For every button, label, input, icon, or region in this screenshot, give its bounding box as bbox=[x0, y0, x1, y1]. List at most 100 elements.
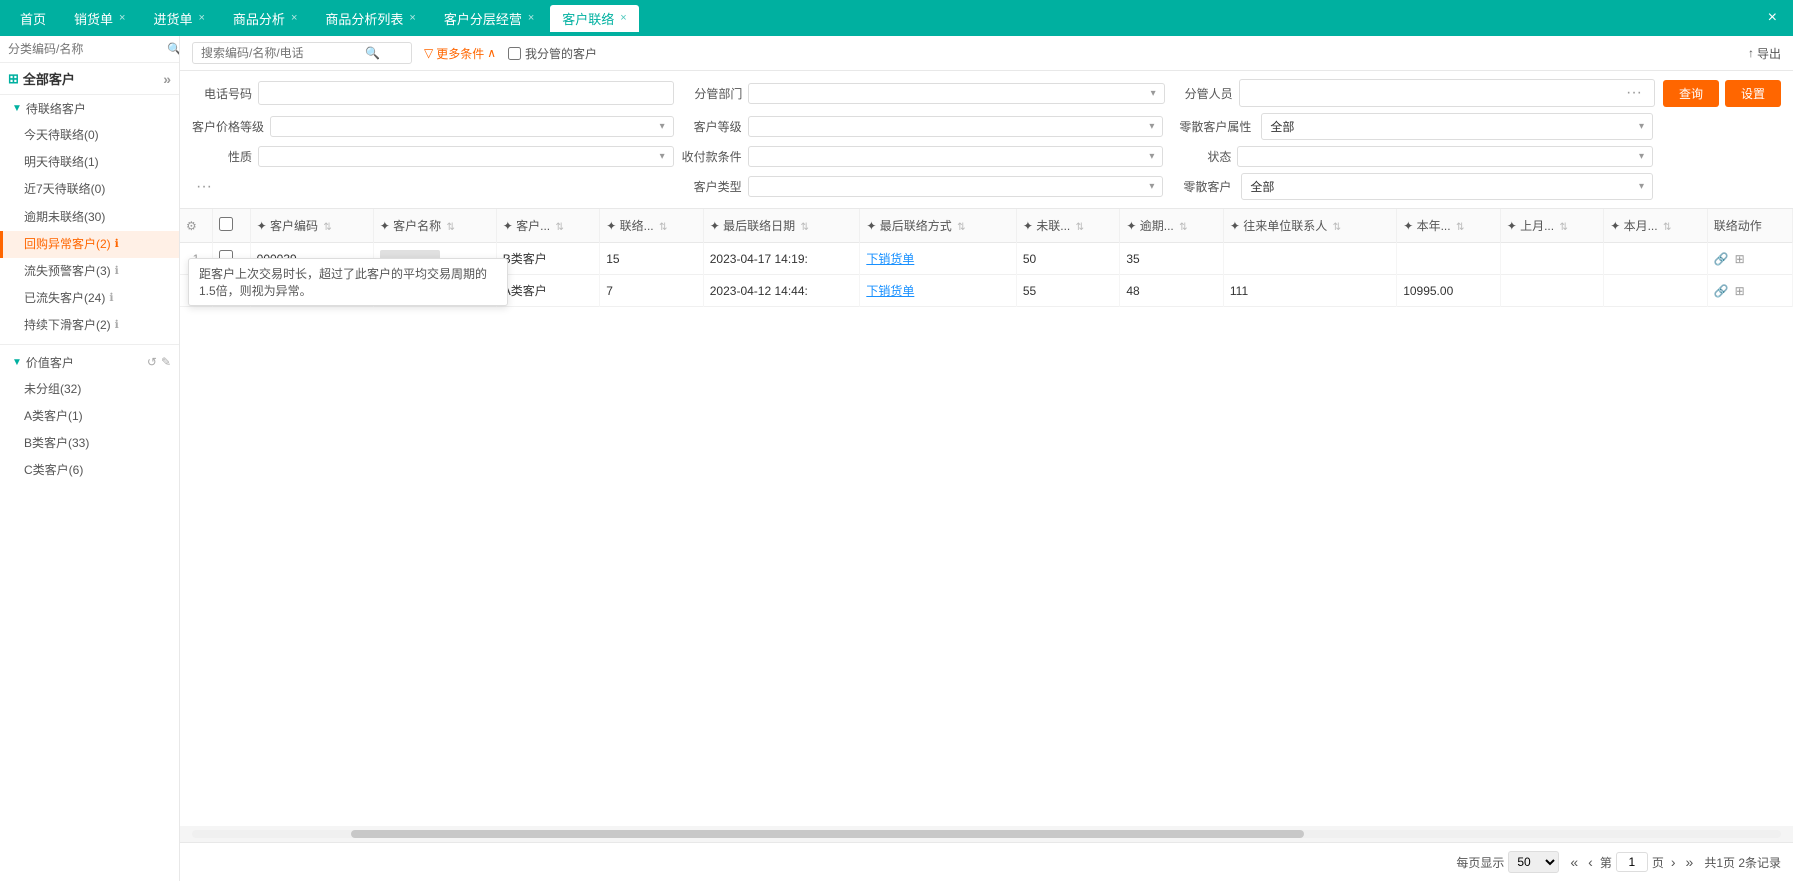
search-field: 🔍 bbox=[192, 42, 412, 64]
tooltip-box: 距客户上次交易时长，超过了此客户的平均交易周期的1.5倍，则视为异常。 bbox=[188, 258, 508, 306]
refresh-icon[interactable]: ↺ bbox=[147, 355, 157, 369]
qr-icon[interactable]: ⊞ bbox=[1735, 252, 1745, 266]
col-header-last-contact-date[interactable]: ✦ 最后联络日期 ⇅ bbox=[703, 209, 860, 243]
my-customers-checkbox[interactable]: 我分管的客户 bbox=[508, 45, 597, 62]
sidebar-item-class-c[interactable]: C类客户(6) bbox=[0, 457, 179, 484]
last-contact-method[interactable]: 下销货单 bbox=[860, 275, 1017, 307]
horizontal-scrollbar[interactable] bbox=[192, 830, 1781, 838]
zero-customer-field: 零散客户 全部 ▾ bbox=[1171, 173, 1653, 200]
qr-icon[interactable]: ⊞ bbox=[1735, 284, 1745, 298]
scrollbar-thumb[interactable] bbox=[351, 830, 1304, 838]
dots-icon[interactable]: ··· bbox=[1622, 84, 1646, 102]
page-number-input[interactable] bbox=[1616, 852, 1648, 872]
sidebar-item-overdue[interactable]: 逾期未联络(30) bbox=[0, 204, 179, 231]
sidebar-search-icon[interactable]: 🔍 bbox=[167, 42, 180, 56]
contact-method-link[interactable]: 下销货单 bbox=[866, 284, 914, 298]
close-all-tabs-button[interactable]: × bbox=[1760, 9, 1785, 27]
payment-select[interactable]: ▾ bbox=[748, 146, 1164, 167]
customer-grade-select[interactable]: ▾ bbox=[748, 116, 1164, 137]
col-header-customer-type[interactable]: ✦ 客户... ⇅ bbox=[496, 209, 600, 243]
close-icon[interactable]: × bbox=[291, 12, 297, 24]
pending-contact-group[interactable]: ▼ 待联络客户 bbox=[0, 95, 179, 122]
manager-select[interactable]: ··· bbox=[1239, 79, 1655, 107]
sidebar-item-class-a[interactable]: A类客户(1) bbox=[0, 403, 179, 430]
sidebar-item-tomorrow[interactable]: 明天待联络(1) bbox=[0, 149, 179, 176]
sidebar-search-input[interactable] bbox=[8, 42, 163, 56]
first-page-button[interactable]: « bbox=[1567, 854, 1581, 870]
prev-page-button[interactable]: ‹ bbox=[1585, 854, 1596, 870]
tab-product-analysis[interactable]: 商品分析 × bbox=[221, 5, 309, 32]
select-all-checkbox[interactable] bbox=[219, 217, 233, 231]
col-header-overdue[interactable]: ✦ 逾期... ⇅ bbox=[1120, 209, 1224, 243]
zero-attr-select[interactable]: 全部 ▾ bbox=[1261, 113, 1653, 140]
settings-icon[interactable]: ⚙ bbox=[186, 219, 197, 233]
last-contact-method[interactable]: 下销货单 bbox=[860, 243, 1017, 275]
col-header-this-month[interactable]: ✦ 本月... ⇅ bbox=[1604, 209, 1708, 243]
settings-button[interactable]: 设置 bbox=[1725, 80, 1781, 107]
close-icon[interactable]: × bbox=[119, 12, 125, 24]
per-page-select[interactable]: 50 100 200 bbox=[1508, 851, 1559, 873]
value-customers-group[interactable]: ▼ 价值客户 ↺ ✎ bbox=[0, 349, 179, 376]
phone-input[interactable] bbox=[258, 81, 674, 105]
col-header-code[interactable]: ✦ 客户编码 ⇅ bbox=[250, 209, 373, 243]
link-icon[interactable]: 🔗 bbox=[1714, 252, 1729, 266]
sidebar-search-area: 🔍 bbox=[0, 36, 179, 63]
close-icon[interactable]: × bbox=[528, 12, 534, 24]
sort-icon: ⇅ bbox=[1076, 222, 1084, 233]
col-header-last-contact-method[interactable]: ✦ 最后联络方式 ⇅ bbox=[860, 209, 1017, 243]
sidebar-item-lost-pre[interactable]: 流失预警客户(3) ℹ bbox=[0, 258, 179, 285]
last-contact-date: 2023-04-12 14:44: bbox=[703, 275, 860, 307]
manager-label: 分管人员 bbox=[1173, 85, 1233, 102]
col-header-this-year[interactable]: ✦ 本年... ⇅ bbox=[1397, 209, 1501, 243]
close-icon[interactable]: × bbox=[620, 12, 626, 24]
zero-customer-select[interactable]: 全部 ▾ bbox=[1241, 173, 1653, 200]
tab-home[interactable]: 首页 bbox=[8, 5, 58, 32]
gender-select[interactable]: ▾ bbox=[258, 146, 674, 167]
tab-purchase-order[interactable]: 进货单 × bbox=[141, 5, 216, 32]
sidebar-item-declining[interactable]: 持续下滑客户(2) ℹ bbox=[0, 312, 179, 339]
all-customers-header[interactable]: ⊞ 全部客户 » bbox=[0, 63, 179, 95]
last-contact-date: 2023-04-17 14:19: bbox=[703, 243, 860, 275]
next-page-button[interactable]: › bbox=[1668, 854, 1679, 870]
my-customers-check[interactable] bbox=[508, 47, 521, 60]
close-icon[interactable]: × bbox=[409, 12, 415, 24]
sidebar-item-unclassified[interactable]: 未分组(32) bbox=[0, 376, 179, 403]
tab-sales-order[interactable]: 销货单 × bbox=[62, 5, 137, 32]
settings-col-header[interactable]: ⚙ bbox=[180, 209, 212, 243]
tab-customer-layered[interactable]: 客户分层经营 × bbox=[432, 5, 546, 32]
customer-type-select[interactable]: ▾ bbox=[748, 176, 1164, 197]
filter-icon: ▽ bbox=[424, 46, 433, 60]
tab-product-analysis-list[interactable]: 商品分析列表 × bbox=[313, 5, 427, 32]
col-header-name[interactable]: ✦ 客户名称 ⇅ bbox=[373, 209, 496, 243]
query-button[interactable]: 查询 bbox=[1663, 80, 1719, 107]
col-header-last-month[interactable]: ✦ 上月... ⇅ bbox=[1500, 209, 1604, 243]
export-button[interactable]: ↑ 导出 bbox=[1748, 45, 1781, 62]
sidebar-item-7days[interactable]: 近7天待联络(0) bbox=[0, 176, 179, 203]
close-icon[interactable]: × bbox=[198, 12, 204, 24]
col-header-actions: 联络动作 bbox=[1707, 209, 1792, 243]
sidebar-item-today[interactable]: 今天待联络(0) bbox=[0, 122, 179, 149]
more-conditions-button[interactable]: ▽ 更多条件 ∧ bbox=[424, 45, 496, 62]
status-select[interactable]: ▾ bbox=[1237, 146, 1653, 167]
contact-method-link[interactable]: 下销货单 bbox=[866, 252, 914, 266]
edit-icon[interactable]: ✎ bbox=[161, 355, 171, 369]
col-header-no-contact[interactable]: ✦ 未联... ⇅ bbox=[1016, 209, 1120, 243]
col-header-unit-contacts[interactable]: ✦ 往来单位联系人 ⇅ bbox=[1223, 209, 1396, 243]
checkbox-col-header[interactable] bbox=[212, 209, 250, 243]
sidebar-item-already-lost[interactable]: 已流失客户(24) ℹ bbox=[0, 285, 179, 312]
last-page-button[interactable]: » bbox=[1683, 854, 1697, 870]
phone-label: 电话号码 bbox=[192, 85, 252, 102]
more-fields-icon[interactable]: ··· bbox=[192, 178, 216, 196]
search-input[interactable] bbox=[201, 46, 361, 60]
sort-icon: ⇅ bbox=[1559, 222, 1567, 233]
tab-customer-contact[interactable]: 客户联络 × bbox=[550, 5, 638, 32]
dept-select[interactable]: ▾ bbox=[748, 83, 1164, 104]
sidebar-item-class-b[interactable]: B类客户(33) bbox=[0, 430, 179, 457]
col-header-contact-count[interactable]: ✦ 联络... ⇅ bbox=[600, 209, 704, 243]
price-grade-select[interactable]: ▾ bbox=[270, 116, 674, 137]
zero-attr-field: 零散客户属性 全部 ▾ bbox=[1171, 113, 1653, 140]
search-icon[interactable]: 🔍 bbox=[365, 46, 380, 60]
sidebar-item-repurchase-abnormal[interactable]: 回购异常客户(2) ℹ bbox=[0, 231, 179, 258]
link-icon[interactable]: 🔗 bbox=[1714, 284, 1729, 298]
collapse-icon[interactable]: » bbox=[163, 71, 171, 87]
